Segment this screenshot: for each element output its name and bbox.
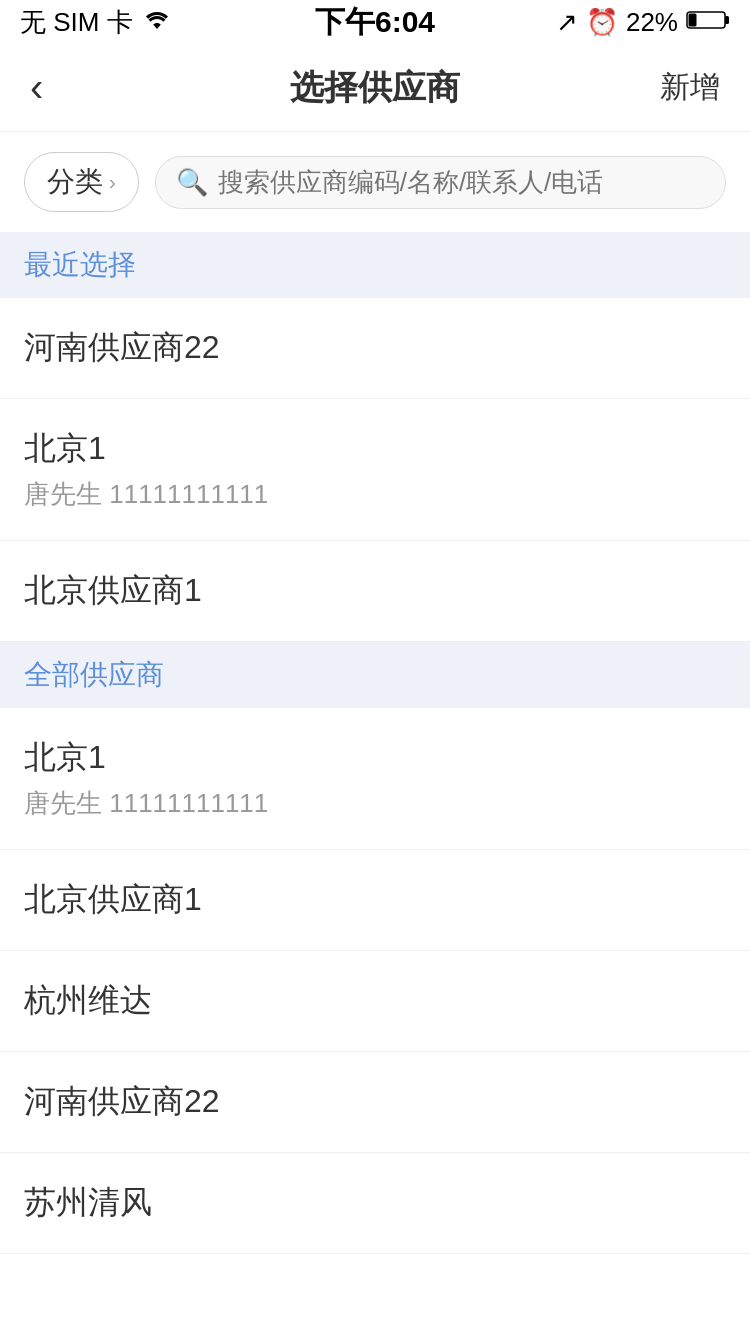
sections-container: 最近选择河南供应商22 北京1 唐先生 11111111111 北京供应商1 全部供应商…: [0, 232, 750, 1254]
item-name: 杭州维达: [24, 979, 726, 1023]
section-header-recent: 最近选择: [0, 232, 750, 298]
search-box[interactable]: 🔍: [155, 156, 726, 209]
item-name: 北京供应商1: [24, 878, 726, 922]
page-title: 选择供应商: [90, 65, 660, 111]
list-item[interactable]: 北京供应商1: [0, 850, 750, 951]
wifi-icon: [143, 7, 171, 38]
status-bar: 无 SIM 卡 下午6:04 ↗ ⏰ 22%: [0, 0, 750, 44]
category-label: 分类: [47, 163, 103, 201]
list-item[interactable]: 北京1 唐先生 11111111111: [0, 708, 750, 850]
status-left: 无 SIM 卡: [20, 5, 171, 40]
list-item[interactable]: 苏州清风: [0, 1153, 750, 1254]
list-item[interactable]: 河南供应商22: [0, 1052, 750, 1153]
category-button[interactable]: 分类 ›: [24, 152, 139, 212]
item-name: 北京供应商1: [24, 569, 726, 613]
no-sim-text: 无 SIM 卡: [20, 5, 133, 40]
list-item[interactable]: 北京供应商1: [0, 541, 750, 642]
status-right: ↗ ⏰ 22%: [556, 7, 730, 38]
search-icon: 🔍: [176, 167, 208, 198]
list-item[interactable]: 杭州维达: [0, 951, 750, 1052]
alarm-icon: ⏰: [586, 7, 618, 38]
add-button[interactable]: 新增: [660, 67, 720, 108]
search-input[interactable]: [218, 167, 705, 198]
item-name: 北京1: [24, 427, 726, 471]
item-name: 河南供应商22: [24, 326, 726, 370]
item-sub: 唐先生 11111111111: [24, 786, 726, 821]
section-header-all: 全部供应商: [0, 642, 750, 708]
filter-bar: 分类 › 🔍: [0, 132, 750, 232]
list-item[interactable]: 河南供应商22: [0, 298, 750, 399]
status-time: 下午6:04: [315, 2, 435, 43]
item-name: 河南供应商22: [24, 1080, 726, 1124]
nav-bar: ‹ 选择供应商 新增: [0, 44, 750, 132]
item-name: 苏州清风: [24, 1181, 726, 1225]
list-item[interactable]: 北京1 唐先生 11111111111: [0, 399, 750, 541]
location-icon: ↗: [556, 7, 578, 38]
battery-icon: [686, 7, 730, 38]
back-button[interactable]: ‹: [30, 65, 90, 110]
battery-text: 22%: [626, 7, 678, 38]
item-name: 北京1: [24, 736, 726, 780]
chevron-right-icon: ›: [109, 171, 116, 194]
svg-rect-2: [689, 13, 697, 26]
svg-rect-1: [725, 16, 729, 24]
item-sub: 唐先生 11111111111: [24, 477, 726, 512]
